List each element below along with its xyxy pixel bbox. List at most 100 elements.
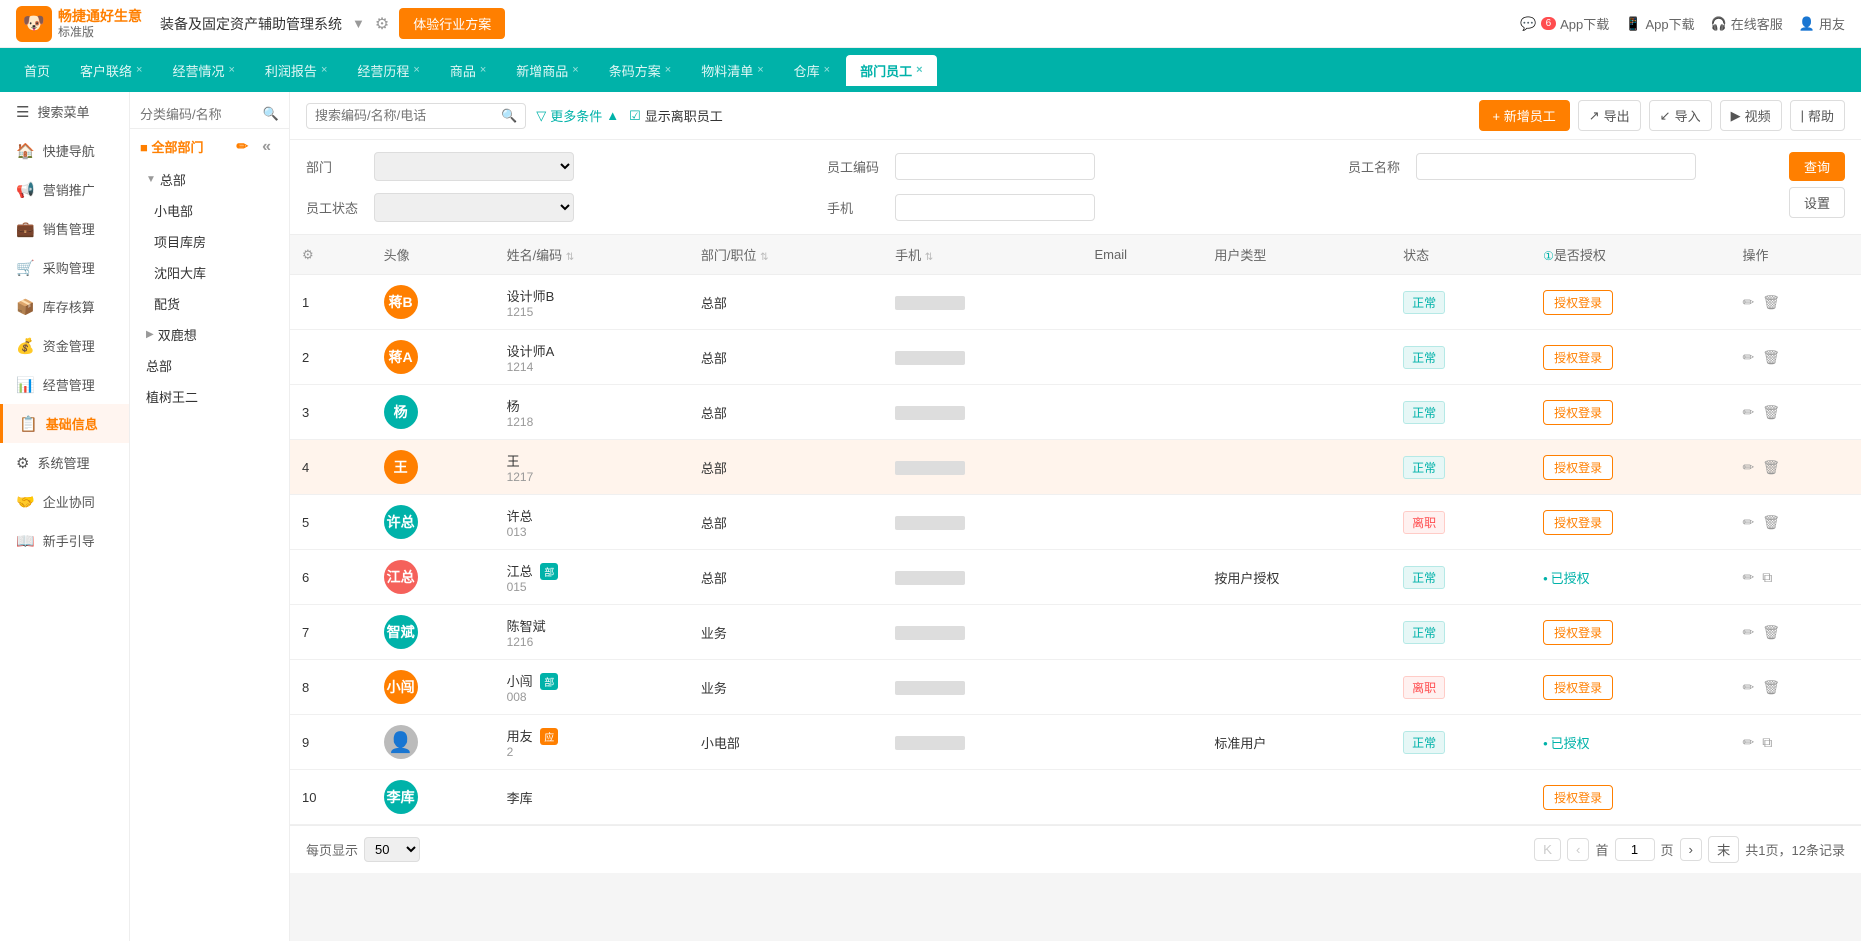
sidebar-item-quicknav[interactable]: 🏠 快捷导航 [0,131,129,170]
dept-search-input[interactable] [140,107,263,122]
sidebar-item-search[interactable]: ☰ 搜索菜单 [0,92,129,131]
search-icon[interactable]: 🔍 [501,108,517,124]
copy-icon[interactable]: ⧉ [1762,734,1772,751]
sidebar-item-finance[interactable]: 💰 资金管理 [0,326,129,365]
phone-input[interactable] [895,194,1095,221]
query-button[interactable]: 查询 [1789,152,1845,181]
sidebar-item-purchase[interactable]: 🛒 采购管理 [0,248,129,287]
tab-barcode[interactable]: 条码方案 × [595,55,685,86]
delete-icon[interactable]: 🗑 [1762,514,1780,531]
row-authorized[interactable]: 授权登录 [1531,440,1730,495]
col-phone[interactable]: 手机 ⇅ [883,235,1082,275]
delete-icon[interactable]: 🗑 [1762,404,1780,421]
row-authorized[interactable]: 授权登录 [1531,495,1730,550]
tab-employees[interactable]: 部门员工 × [846,55,936,86]
sidebar-item-guide[interactable]: 📖 新手引导 [0,521,129,560]
close-icon[interactable]: × [916,64,922,76]
tab-operation-status[interactable]: 经营情况 × [158,55,248,86]
more-conditions-btn[interactable]: ▽ 更多条件 ▲ [536,106,619,125]
status-select[interactable] [374,193,574,222]
sort-icon[interactable]: ⇅ [566,252,574,263]
sort-icon[interactable]: ⇅ [925,252,933,263]
sidebar-item-inventory[interactable]: 📦 库存核算 [0,287,129,326]
edit-icon[interactable]: ✏ [1742,734,1754,751]
dept-item-xiaodibu[interactable]: 小电部 [130,195,289,226]
auth-login-button[interactable]: 授权登录 [1543,455,1613,480]
dept-search-icon[interactable]: 🔍 [263,106,279,122]
edit-icon[interactable]: ✏ [1742,679,1754,696]
auth-login-button[interactable]: 授权登录 [1543,400,1613,425]
row-authorized[interactable]: 授权登录 [1531,385,1730,440]
search-input[interactable] [315,108,495,123]
dept-collapse-btn[interactable]: « [254,138,279,156]
sidebar-item-sales[interactable]: 💼 销售管理 [0,209,129,248]
tab-new-goods[interactable]: 新增商品 × [502,55,592,86]
row-authorized[interactable]: 授权登录 [1531,770,1730,825]
col-name[interactable]: 姓名/编码 ⇅ [495,235,689,275]
close-icon[interactable]: × [136,64,142,76]
last-page-btn[interactable]: 末 [1708,836,1739,863]
dept-item-shuanglu[interactable]: ▶ 双鹿想 [130,319,289,350]
close-icon[interactable]: × [480,64,486,76]
edit-icon[interactable]: ✏ [1742,349,1754,366]
tab-profit[interactable]: 利润报告 × [251,55,341,86]
dropdown-icon[interactable]: ▼ [352,16,365,31]
auth-login-button[interactable]: 授权登录 [1543,620,1613,645]
delete-icon[interactable]: 🗑 [1762,679,1780,696]
dept-item-zongbu2[interactable]: 总部 [130,350,289,381]
delete-icon[interactable]: 🗑 [1762,459,1780,476]
tab-home[interactable]: 首页 [10,55,64,86]
reset-button[interactable]: 设置 [1789,187,1845,218]
dept-item-xiangmuku[interactable]: 项目库房 [130,226,289,257]
dept-item-zongbu[interactable]: ▼ 总部 [130,164,289,195]
edit-icon[interactable]: ✏ [1742,624,1754,641]
tab-goods[interactable]: 商品 × [436,55,500,86]
first-page-btn[interactable]: K [1534,838,1561,861]
next-page-btn[interactable]: › [1680,838,1702,861]
close-icon[interactable]: × [757,64,763,76]
sidebar-item-cooperation[interactable]: 🤝 企业协同 [0,482,129,521]
online-service-btn[interactable]: 🎧 在线客服 [1711,14,1783,33]
row-authorized[interactable]: 授权登录 [1531,660,1730,715]
emp-code-input[interactable] [895,153,1095,180]
export-button[interactable]: ↗ 导出 [1578,100,1641,131]
tab-bom[interactable]: 物料清单 × [687,55,777,86]
sort-icon[interactable]: ⇅ [760,252,768,263]
settings-icon[interactable]: ⚙ [375,14,389,34]
edit-icon[interactable]: ✏ [1742,514,1754,531]
close-icon[interactable]: × [572,64,578,76]
delete-icon[interactable]: 🗑 [1762,294,1780,311]
view-button[interactable]: ▶ 视频 [1720,100,1782,131]
edit-icon[interactable]: ✏ [1742,459,1754,476]
import-button[interactable]: ↙ 导入 [1649,100,1712,131]
show-inactive-toggle[interactable]: ☑ 显示离职员工 [629,106,723,125]
dept-item-peihuo[interactable]: 配货 [130,288,289,319]
sidebar-item-system[interactable]: ⚙ 系统管理 [0,443,129,482]
edit-icon[interactable]: ✏ [1742,569,1754,586]
dept-select[interactable] [374,152,574,181]
add-employee-button[interactable]: + 新增员工 [1479,100,1570,131]
col-dept[interactable]: 部门/职位 ⇅ [689,235,883,275]
row-authorized[interactable]: 授权登录 [1531,275,1730,330]
close-icon[interactable]: × [321,64,327,76]
col-settings[interactable]: ⚙ [290,235,372,275]
close-icon[interactable]: × [665,64,671,76]
close-icon[interactable]: × [824,64,830,76]
row-authorized[interactable]: 授权登录 [1531,605,1730,660]
prev-page-btn[interactable]: ‹ [1567,838,1589,861]
auth-login-button[interactable]: 授权登录 [1543,510,1613,535]
tab-customer[interactable]: 客户联络 × [66,55,156,86]
dept-edit-icon[interactable]: ✏ [236,138,248,156]
edit-icon[interactable]: ✏ [1742,404,1754,421]
sidebar-item-operation[interactable]: 📊 经营管理 [0,365,129,404]
delete-icon[interactable]: 🗑 [1762,349,1780,366]
auth-login-button[interactable]: 授权登录 [1543,675,1613,700]
settings-icon[interactable]: ⚙ [302,247,314,262]
message-btn[interactable]: 💬 6 App下载 [1520,14,1609,33]
edit-icon[interactable]: ✏ [1742,294,1754,311]
help-button[interactable]: | 帮助 [1790,100,1845,131]
tab-warehouse[interactable]: 仓库 × [780,55,844,86]
app-download-btn[interactable]: 📱 App下载 [1625,14,1694,33]
sidebar-item-basicinfo[interactable]: 📋 基础信息 [0,404,129,443]
auth-login-button[interactable]: 授权登录 [1543,345,1613,370]
